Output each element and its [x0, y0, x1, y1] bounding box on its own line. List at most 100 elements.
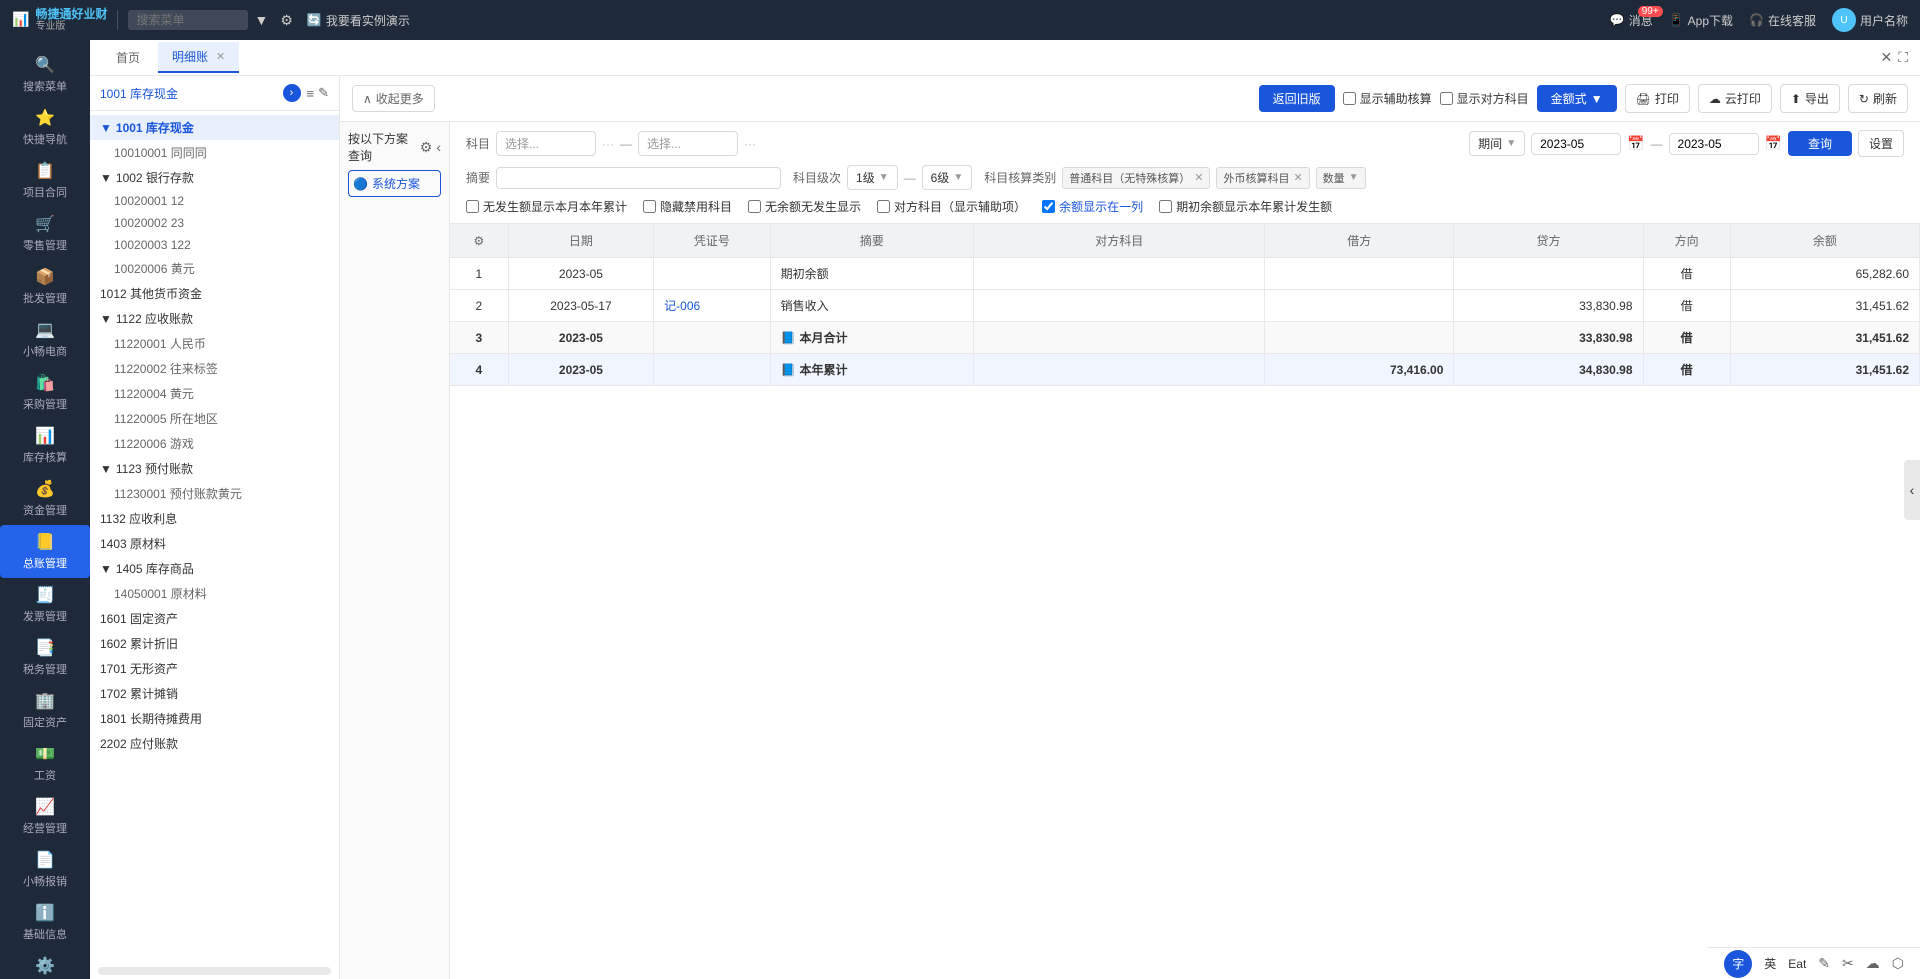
expand-button[interactable]: ▼	[248, 10, 274, 30]
sidebar-item-system[interactable]: ⚙️ 系统管理	[0, 949, 90, 979]
sidebar-item-report[interactable]: 📄 小畅报销	[0, 843, 90, 896]
period-to-input[interactable]	[1669, 133, 1759, 155]
tree-item-1701[interactable]: 1701 无形资产	[90, 656, 339, 681]
cb-year-cumulative[interactable]: 期初余额显示本年累计发生额	[1159, 198, 1332, 215]
summary-input[interactable]	[496, 167, 781, 189]
filter-settings-icon[interactable]: ⚙	[420, 139, 433, 156]
demo-link[interactable]: 🔄 我要看实例演示	[307, 12, 410, 29]
level-to-select[interactable]: 6级 ▼	[922, 165, 973, 190]
tag-normal[interactable]: 普通科目（无特殊核算） ✕	[1062, 167, 1210, 189]
tree-item-11230001[interactable]: 11230001 预付账款黄元	[90, 481, 339, 506]
tree-item-11220004[interactable]: 11220004 黄元	[90, 381, 339, 406]
sidebar-item-project[interactable]: 📋 项目合同	[0, 154, 90, 207]
col-header-settings[interactable]: ⚙	[450, 224, 508, 258]
tree-item-11220005[interactable]: 11220005 所在地区	[90, 406, 339, 431]
tree-item-2202[interactable]: 2202 应付账款	[90, 731, 339, 756]
sidebar-item-ledger[interactable]: 📒 总账管理	[0, 525, 90, 578]
level-from-select[interactable]: 1级 ▼	[847, 165, 898, 190]
back-old-btn[interactable]: 返回旧版	[1259, 85, 1335, 112]
export-btn[interactable]: ⬆ 导出	[1780, 84, 1840, 113]
scheme-item[interactable]: 🔵 系统方案	[348, 170, 441, 197]
sidebar-item-invoice[interactable]: 🧾 发票管理	[0, 578, 90, 631]
tree-item-14050001[interactable]: 14050001 原材料	[90, 581, 339, 606]
show-assist-checkbox[interactable]: 显示辅助核算	[1343, 90, 1432, 107]
selected-account-display[interactable]: 1001 库存现金	[100, 85, 277, 102]
sidebar-item-retail[interactable]: 🛒 零售管理	[0, 207, 90, 260]
sidebar-item-capital[interactable]: 💰 资金管理	[0, 472, 90, 525]
tree-item-10020001[interactable]: 10020001 12	[90, 190, 339, 212]
tree-list-btn[interactable]: ≡	[307, 85, 315, 101]
tree-item-1002[interactable]: ▼ 1002 银行存款	[90, 165, 339, 190]
tree-item-1012[interactable]: 1012 其他货币资金	[90, 281, 339, 306]
bottom-icon-2[interactable]: ✂	[1842, 955, 1854, 972]
cb-hide-disabled[interactable]: 隐藏禁用科目	[643, 198, 732, 215]
right-expand-tab[interactable]: ‹	[1904, 460, 1920, 520]
bottom-icon-1[interactable]: ✎	[1818, 955, 1830, 972]
tag-foreign[interactable]: 外币核算科目 ✕	[1216, 167, 1309, 189]
cb-balance-one-col[interactable]: 余额显示在一列	[1042, 198, 1143, 215]
tree-item-10020006[interactable]: 10020006 黄元	[90, 256, 339, 281]
tree-item-10010001[interactable]: 10010001 同同同	[90, 140, 339, 165]
print-btn[interactable]: 🖨 打印	[1625, 84, 1690, 113]
subject-select-2[interactable]: 选择...	[638, 131, 738, 156]
tree-item-11220001[interactable]: 11220001 人民币	[90, 331, 339, 356]
tree-edit-btn[interactable]: ✎	[318, 85, 329, 101]
tree-item-1602[interactable]: 1602 累计折旧	[90, 631, 339, 656]
tree-item-1801[interactable]: 1801 长期待摊费用	[90, 706, 339, 731]
tree-item-1132[interactable]: 1132 应收利息	[90, 506, 339, 531]
setting-btn[interactable]: 设置	[1858, 130, 1904, 157]
tree-item-1601[interactable]: 1601 固定资产	[90, 606, 339, 631]
bottom-eat-btn[interactable]: Eat	[1788, 957, 1806, 971]
bottom-icon-4[interactable]: ⬡	[1892, 955, 1904, 972]
window-close-btn[interactable]: ✕	[1880, 49, 1892, 66]
sidebar-item-base-info[interactable]: ℹ️ 基础信息	[0, 896, 90, 949]
sidebar-item-wholesale[interactable]: 📦 批发管理	[0, 260, 90, 313]
amount-mode-btn[interactable]: 金额式 ▼	[1537, 85, 1617, 112]
tab-detail[interactable]: 明细账 ✕	[158, 42, 239, 73]
more-btn[interactable]: ∧ 收起更多	[352, 85, 435, 112]
window-maximize-btn[interactable]: ⛶	[1898, 49, 1908, 66]
refresh-btn[interactable]: ↻ 刷新	[1848, 84, 1908, 113]
calendar-icon-to[interactable]: 📅	[1765, 135, 1782, 152]
user-avatar[interactable]: U 用户名称	[1832, 8, 1908, 32]
tab-home[interactable]: 首页	[102, 43, 154, 72]
calendar-icon-from[interactable]: 📅	[1627, 135, 1644, 152]
subject-select-1[interactable]: 选择...	[496, 131, 596, 156]
tag-foreign-close[interactable]: ✕	[1293, 171, 1302, 184]
bottom-lang-btn[interactable]: 英	[1764, 955, 1776, 972]
tree-item-1123[interactable]: ▼ 1123 预付账款	[90, 456, 339, 481]
voucher-link[interactable]: 记-006	[664, 299, 700, 313]
sidebar-item-purchase[interactable]: 🛍️ 采购管理	[0, 366, 90, 419]
sidebar-item-tax[interactable]: 📑 税务管理	[0, 631, 90, 684]
tree-item-11220002[interactable]: 11220002 往来标签	[90, 356, 339, 381]
show-contra-checkbox[interactable]: 显示对方科目	[1440, 90, 1529, 107]
top-search-input[interactable]	[128, 10, 248, 30]
cb-no-balance[interactable]: 无余额无发生显示	[748, 198, 861, 215]
account-nav-btn[interactable]: ›	[283, 84, 301, 102]
tree-item-10020003[interactable]: 10020003 122	[90, 234, 339, 256]
sidebar-item-assets[interactable]: 🏢 固定资产	[0, 684, 90, 737]
tree-item-1001[interactable]: ▼ 1001 库存现金	[90, 115, 339, 140]
tab-detail-close[interactable]: ✕	[216, 50, 225, 63]
sidebar-item-quick-nav[interactable]: ⭐ 快捷导航	[0, 101, 90, 154]
message-btn[interactable]: 💬 消息 99+	[1610, 12, 1653, 29]
query-btn[interactable]: 查询	[1788, 131, 1852, 156]
cloud-print-btn[interactable]: ☁ 云打印	[1698, 84, 1772, 113]
cb-contra-subject[interactable]: 对方科目（显示辅助项）	[877, 198, 1026, 215]
cb-no-amount[interactable]: 无发生额显示本月本年累计	[466, 198, 627, 215]
tag-qty-dropdown[interactable]: ▼	[1349, 172, 1359, 183]
tag-qty[interactable]: 数量 ▼	[1316, 167, 1366, 189]
sidebar-item-operation[interactable]: 📈 经营管理	[0, 790, 90, 843]
tree-item-1403[interactable]: 1403 原材料	[90, 531, 339, 556]
tree-item-1405[interactable]: ▼ 1405 库存商品	[90, 556, 339, 581]
bottom-icon-3[interactable]: ☁	[1866, 955, 1880, 972]
sidebar-item-payroll[interactable]: 💵 工资	[0, 737, 90, 790]
tree-scrollbar-h[interactable]	[98, 967, 331, 975]
tree-item-11220006[interactable]: 11220006 游戏	[90, 431, 339, 456]
app-download-btn[interactable]: 📱 App下载	[1669, 12, 1733, 29]
settings-top-button[interactable]: ⚙	[274, 10, 299, 31]
sidebar-item-ecommerce[interactable]: 💻 小畅电商	[0, 313, 90, 366]
tag-normal-close[interactable]: ✕	[1194, 171, 1203, 184]
filter-collapse-icon[interactable]: ‹	[436, 139, 441, 155]
sidebar-item-inventory[interactable]: 📊 库存核算	[0, 419, 90, 472]
